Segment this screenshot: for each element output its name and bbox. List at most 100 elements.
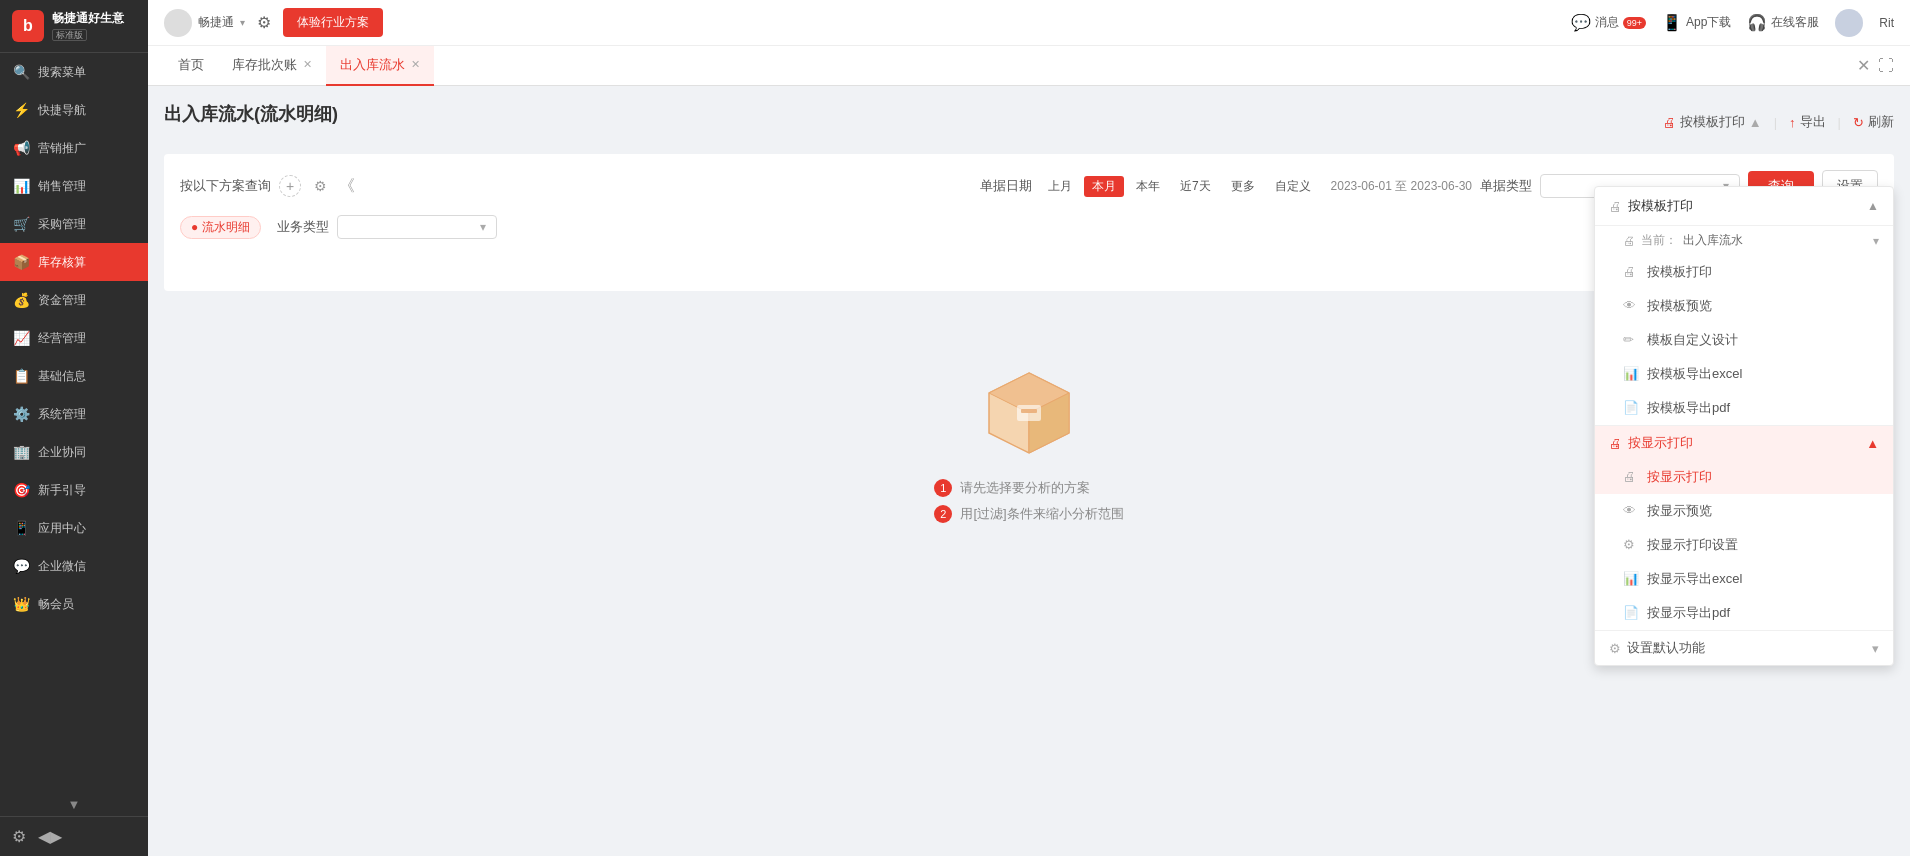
sidebar-item-label: 销售管理	[38, 178, 86, 195]
member-icon: 👑	[12, 595, 30, 613]
date-btn-last-month[interactable]: 上月	[1040, 176, 1080, 197]
export-action[interactable]: ↑ 导出	[1789, 113, 1826, 131]
sidebar-item-inventory[interactable]: 📦 库存核算	[0, 243, 148, 281]
tab-close-batch[interactable]: ✕	[303, 58, 312, 71]
date-range-text: 2023-06-01 至 2023-06-30	[1331, 178, 1472, 195]
tab-label: 出入库流水	[340, 56, 405, 74]
sidebar-item-wechat[interactable]: 💬 企业微信	[0, 547, 148, 585]
sidebar-item-label: 库存核算	[38, 254, 86, 271]
display-preview-icon: 👁	[1623, 503, 1639, 519]
guide-icon: 🎯	[12, 481, 30, 499]
user-avatar-top[interactable]	[1835, 9, 1863, 37]
topbar-gear-icon[interactable]: ⚙	[253, 9, 275, 36]
tab-home[interactable]: 首页	[164, 46, 218, 86]
user-name: 畅捷通	[198, 14, 234, 31]
panel-footer[interactable]: ⚙ 设置默认功能 ▾	[1595, 630, 1893, 665]
filter-collapse-left-button[interactable]: 《	[339, 176, 355, 197]
display-section-label: 按显示打印	[1628, 434, 1693, 452]
tab-close-flow[interactable]: ✕	[411, 58, 420, 71]
filter-tag-label: 流水明细	[202, 219, 250, 236]
sidebar-item-app-center[interactable]: 📱 应用中心	[0, 509, 148, 547]
panel-collapse-button[interactable]: ▲	[1867, 199, 1879, 213]
collapse-sidebar-icon[interactable]: ◀▶	[38, 827, 62, 846]
panel-item-display-print[interactable]: 🖨 按显示打印	[1595, 460, 1893, 494]
sidebar-item-system[interactable]: ⚙️ 系统管理	[0, 395, 148, 433]
panel-item-template-print[interactable]: 🖨 按模板打印	[1595, 255, 1893, 289]
panel-header: 🖨 按模板打印 ▲	[1595, 187, 1893, 226]
tab-flow[interactable]: 出入库流水 ✕	[326, 46, 434, 86]
sidebar-item-operations[interactable]: 📈 经营管理	[0, 319, 148, 357]
sidebar-item-sales[interactable]: 📊 销售管理	[0, 167, 148, 205]
empty-step-1: 1 请先选择要分析的方案	[934, 479, 1123, 497]
panel-item-template-pdf[interactable]: 📄 按模板导出pdf	[1595, 391, 1893, 425]
panel-item-template-excel[interactable]: 📊 按模板导出excel	[1595, 357, 1893, 391]
search-icon: 🔍	[12, 63, 30, 81]
business-type-dropdown[interactable]: ▾	[337, 215, 497, 239]
message-badge: 99+	[1623, 17, 1646, 29]
sidebar-item-marketing[interactable]: 📢 营销推广	[0, 129, 148, 167]
print-dropdown-panel: 🖨 按模板打印 ▲ 🖨 当前： 出入库流水 ▾ 🖨 按模板打印	[1594, 186, 1894, 666]
print-icon: 🖨	[1663, 115, 1676, 130]
sidebar-item-guide[interactable]: 🎯 新手引导	[0, 471, 148, 509]
message-icon: 💬	[1571, 13, 1591, 32]
panel-item-template-preview[interactable]: 👁 按模板预览	[1595, 289, 1893, 323]
filter-tag-flow[interactable]: ● 流水明细	[180, 216, 261, 239]
message-label: 消息	[1595, 14, 1619, 31]
filter-gear-button[interactable]: ⚙	[309, 175, 331, 197]
basic-icon: 📋	[12, 367, 30, 385]
sidebar-item-basic[interactable]: 📋 基础信息	[0, 357, 148, 395]
sidebar-item-label: 快捷导航	[38, 102, 86, 119]
refresh-icon: ↻	[1853, 115, 1864, 130]
message-action[interactable]: 💬 消息 99+	[1571, 13, 1646, 32]
footer-arrow: ▾	[1872, 641, 1879, 656]
panel-item-display-excel[interactable]: 📊 按显示导出excel	[1595, 562, 1893, 596]
panel-item-display-pdf[interactable]: 📄 按显示导出pdf	[1595, 596, 1893, 630]
trial-button[interactable]: 体验行业方案	[283, 8, 383, 37]
sidebar-scroll-down[interactable]: ▼	[0, 793, 148, 816]
maximize-window-icon[interactable]: ⛶	[1878, 57, 1894, 75]
sidebar-item-quick-nav[interactable]: ⚡ 快捷导航	[0, 91, 148, 129]
sidebar-item-member[interactable]: 👑 畅会员	[0, 585, 148, 623]
panel-item-label: 按显示打印设置	[1647, 536, 1738, 554]
filter-add-button[interactable]: +	[279, 175, 301, 197]
service-icon: 🎧	[1747, 13, 1767, 32]
panel-item-template-design[interactable]: ✏ 模板自定义设计	[1595, 323, 1893, 357]
panel-item-label: 按显示打印	[1647, 468, 1712, 486]
current-option: 🖨 当前： 出入库流水 ▾	[1595, 226, 1893, 255]
date-btn-last-7days[interactable]: 近7天	[1172, 176, 1219, 197]
date-btn-custom[interactable]: 自定义	[1267, 176, 1319, 197]
current-value: 出入库流水	[1683, 232, 1743, 249]
step-1-num: 1	[934, 479, 952, 497]
display-pdf-icon: 📄	[1623, 605, 1639, 621]
tab-batch-account[interactable]: 库存批次账 ✕	[218, 46, 326, 86]
tab-label: 库存批次账	[232, 56, 297, 74]
display-section-header[interactable]: 🖨 按显示打印 ▲	[1595, 426, 1893, 460]
sidebar-item-purchase[interactable]: 🛒 采购管理	[0, 205, 148, 243]
date-btn-more[interactable]: 更多	[1223, 176, 1263, 197]
refresh-action[interactable]: ↻ 刷新	[1853, 113, 1894, 131]
sidebar-item-finance[interactable]: 💰 资金管理	[0, 281, 148, 319]
sidebar-logo: b 畅捷通好生意 标准版	[0, 0, 148, 53]
sidebar-nav: 🔍 搜索菜单 ⚡ 快捷导航 📢 营销推广 📊 销售管理 🛒 采购管理 📦 库存核…	[0, 53, 148, 793]
print-label: 按模板打印	[1680, 113, 1745, 131]
settings-icon[interactable]: ⚙	[12, 827, 26, 846]
date-btn-this-month[interactable]: 本月	[1084, 176, 1124, 197]
online-service-action[interactable]: 🎧 在线客服	[1747, 13, 1819, 32]
display-section-arrow: ▲	[1866, 436, 1879, 451]
panel-item-display-settings[interactable]: ⚙ 按显示打印设置	[1595, 528, 1893, 562]
date-filter-field: 单据日期 上月 本月 本年 近7天 更多 自定义 2023-06-01 至 20…	[980, 176, 1472, 197]
sidebar-item-search[interactable]: 🔍 搜索菜单	[0, 53, 148, 91]
topbar-user-name: Rit	[1879, 16, 1894, 30]
topbar-user[interactable]: 畅捷通 ▾	[164, 9, 245, 37]
app-download-label: App下载	[1686, 14, 1731, 31]
empty-illustration	[979, 363, 1079, 463]
sidebar-item-enterprise[interactable]: 🏢 企业协同	[0, 433, 148, 471]
display-print-icon: 🖨	[1623, 469, 1639, 485]
app-download-action[interactable]: 📱 App下载	[1662, 13, 1731, 32]
print-action[interactable]: 🖨 按模板打印 ▲	[1663, 113, 1762, 131]
wechat-icon: 💬	[12, 557, 30, 575]
date-btn-this-year[interactable]: 本年	[1128, 176, 1168, 197]
panel-item-display-preview[interactable]: 👁 按显示预览	[1595, 494, 1893, 528]
close-window-icon[interactable]: ✕	[1857, 56, 1870, 75]
sidebar-item-label: 营销推广	[38, 140, 86, 157]
